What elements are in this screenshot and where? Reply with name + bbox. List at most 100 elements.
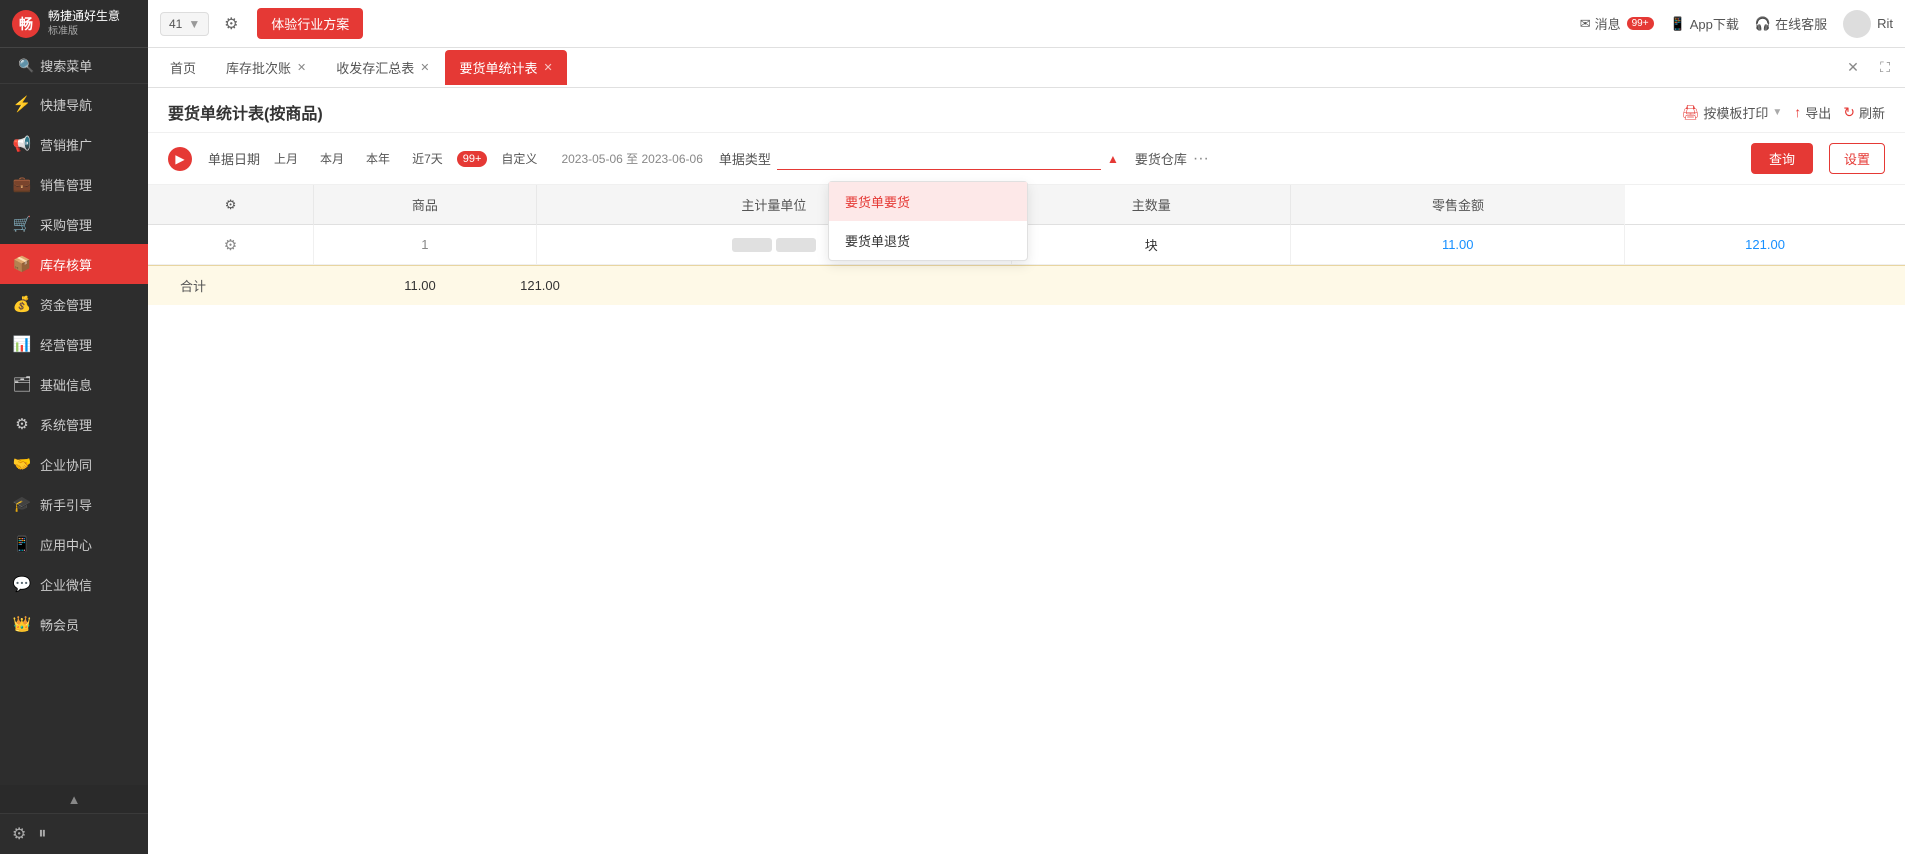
- date-this-month-btn[interactable]: 本月: [312, 147, 352, 170]
- nav-icon-wechat: 💬: [12, 574, 32, 594]
- logo-text: 畅捷通好生意 标准版: [48, 9, 120, 38]
- topbar-settings-icon[interactable]: ⚙: [217, 10, 245, 38]
- type-dropdown: 要货单要货要货单退货: [828, 181, 1028, 261]
- nav-icon-member: 👑: [12, 614, 32, 634]
- nav-icon-inventory: 📦: [12, 254, 32, 274]
- date-custom-btn[interactable]: 自定义: [493, 147, 545, 170]
- company-selector[interactable]: 41 ▼: [160, 12, 209, 36]
- company-dropdown-arrow: ▼: [188, 17, 200, 31]
- close-all-tabs-btn[interactable]: ✕: [1841, 56, 1865, 80]
- dropdown-item-order-goods[interactable]: 要货单要货: [829, 182, 1027, 221]
- sidebar-item-marketing[interactable]: 📢 营销推广: [0, 124, 148, 164]
- row-quantity: 11.00: [1291, 225, 1625, 265]
- tab-inventory-batch[interactable]: 库存批次账✕: [212, 50, 320, 85]
- filter-expand-btn[interactable]: ▶: [168, 147, 192, 171]
- page-content: 要货单统计表(按商品) 🖨 按模板打印 ▼ ↑ 导出 ↻ 刷新: [148, 88, 1905, 854]
- sidebar-scroll-down[interactable]: ▲: [0, 785, 148, 813]
- row-unit: 块: [1012, 225, 1291, 265]
- sidebar-item-appstore[interactable]: 📱 应用中心: [0, 524, 148, 564]
- table-footer: 合计 11.00 121.00: [148, 265, 1905, 305]
- col-header-0[interactable]: ⚙: [148, 185, 314, 225]
- sidebar-nav: ⚡ 快捷导航 📢 营销推广 💼 销售管理 🛒 采购管理 📦 库存核算 💰 资金管…: [0, 84, 148, 785]
- date-more-btn[interactable]: 99+: [457, 151, 488, 167]
- col-header-4: 零售金额: [1291, 185, 1625, 225]
- nav-label-system: 系统管理: [40, 415, 92, 434]
- sidebar-item-operations[interactable]: 📊 经营管理: [0, 324, 148, 364]
- tabs-bar: 首页库存批次账✕收发存汇总表✕要货单统计表✕ ✕ ⛶: [148, 48, 1905, 88]
- row-index: 1: [314, 225, 537, 265]
- page-inner: 要货单统计表(按商品) 🖨 按模板打印 ▼ ↑ 导出 ↻ 刷新: [148, 88, 1905, 854]
- col-header-1: 商品: [314, 185, 537, 225]
- setup-btn[interactable]: 设置: [1829, 143, 1885, 174]
- expand-tabs-btn[interactable]: ⛶: [1873, 56, 1897, 80]
- date-prev-month-btn[interactable]: 上月: [266, 147, 306, 170]
- date-filter-group: 单据日期 上月 本月 本年 近7天 99+ 自定义: [208, 147, 545, 170]
- sidebar-footer: ⚙ ⏸: [0, 813, 148, 854]
- sidebar-item-member[interactable]: 👑 畅会员: [0, 604, 148, 644]
- industry-btn[interactable]: 体验行业方案: [257, 8, 363, 39]
- page-actions: 🖨 按模板打印 ▼ ↑ 导出 ↻ 刷新: [1682, 103, 1885, 122]
- user-avatar: [1843, 10, 1871, 38]
- row-amount: 121.00: [1625, 225, 1905, 265]
- print-btn[interactable]: 🖨 按模板打印 ▼: [1682, 103, 1783, 122]
- col-header-3: 主数量: [1012, 185, 1291, 225]
- user-info[interactable]: Rit: [1843, 10, 1893, 38]
- date-this-year-btn[interactable]: 本年: [358, 147, 398, 170]
- search-menu[interactable]: 🔍 搜索菜单: [0, 48, 148, 84]
- tab-home[interactable]: 首页: [156, 50, 210, 85]
- footer-values: 11.00 121.00: [360, 278, 1893, 293]
- nav-label-operations: 经营管理: [40, 335, 92, 354]
- close-tab-receivable-summary[interactable]: ✕: [420, 61, 429, 74]
- tab-receivable-summary[interactable]: 收发存汇总表✕: [322, 50, 443, 85]
- close-tab-inventory-batch[interactable]: ✕: [297, 61, 306, 74]
- nav-icon-quick-nav: ⚡: [12, 94, 32, 114]
- close-tab-requisition-stats[interactable]: ✕: [544, 61, 553, 74]
- nav-label-wechat: 企业微信: [40, 575, 92, 594]
- dropdown-item-order-return[interactable]: 要货单退货: [829, 221, 1027, 260]
- sidebar-item-guide[interactable]: 🎓 新手引导: [0, 484, 148, 524]
- nav-icon-sales: 💼: [12, 174, 32, 194]
- nav-label-marketing: 营销推广: [40, 135, 92, 154]
- type-input[interactable]: [777, 148, 1101, 170]
- help-icon[interactable]: ⏸: [38, 825, 46, 843]
- messages-item[interactable]: ✉ 消息 99+: [1580, 14, 1654, 33]
- type-filter-container: 单据类型 ▲: [719, 148, 1119, 170]
- date-label: 单据日期: [208, 149, 260, 168]
- row-settings-icon[interactable]: ⚙: [224, 236, 237, 254]
- app-download-item[interactable]: 📱 App下载: [1670, 14, 1739, 33]
- filter-row: ▶ 单据日期 上月 本月 本年 近7天 99+ 自定义 2023-05-06 至…: [148, 133, 1905, 185]
- page-title: 要货单统计表(按商品): [168, 100, 323, 124]
- nav-label-quick-nav: 快捷导航: [40, 95, 92, 114]
- sidebar-item-quick-nav[interactable]: ⚡ 快捷导航: [0, 84, 148, 124]
- nav-label-purchase: 采购管理: [40, 215, 92, 234]
- export-btn[interactable]: ↑ 导出: [1794, 103, 1831, 122]
- row-settings: ⚙: [148, 225, 314, 265]
- sidebar-item-wechat[interactable]: 💬 企业微信: [0, 564, 148, 604]
- sidebar-item-purchase[interactable]: 🛒 采购管理: [0, 204, 148, 244]
- settings-icon[interactable]: ⚙: [12, 824, 26, 844]
- service-icon: 🎧: [1755, 16, 1771, 32]
- topbar: 41 ▼ ⚙ 体验行业方案 ✉ 消息 99+ 📱 App下载 🎧 在线客服 R: [148, 0, 1905, 48]
- sidebar-item-sales[interactable]: 💼 销售管理: [0, 164, 148, 204]
- query-btn[interactable]: 查询: [1751, 143, 1813, 174]
- date-last7days-btn[interactable]: 近7天: [404, 147, 451, 170]
- type-label: 单据类型: [719, 149, 771, 168]
- sidebar-item-enterprise[interactable]: 🤝 企业协同: [0, 444, 148, 484]
- tab-label-home: 首页: [170, 58, 196, 77]
- nav-label-sales: 销售管理: [40, 175, 92, 194]
- sidebar-item-system[interactable]: ⚙ 系统管理: [0, 404, 148, 444]
- nav-label-appstore: 应用中心: [40, 535, 92, 554]
- tab-requisition-stats[interactable]: 要货单统计表✕: [445, 50, 566, 85]
- nav-icon-purchase: 🛒: [12, 214, 32, 234]
- service-item[interactable]: 🎧 在线客服: [1755, 14, 1827, 33]
- sidebar-item-finance[interactable]: 💰 资金管理: [0, 284, 148, 324]
- refresh-btn[interactable]: ↻ 刷新: [1843, 103, 1885, 122]
- print-dropdown-arrow: ▼: [1772, 107, 1782, 118]
- sidebar-logo: 畅 畅捷通好生意 标准版: [0, 0, 148, 48]
- nav-label-member: 畅会员: [40, 615, 79, 634]
- type-dropdown-arrow[interactable]: ▲: [1107, 152, 1119, 166]
- date-range-display: 2023-05-06 至 2023-06-06: [561, 150, 702, 167]
- warehouse-more-btn[interactable]: ···: [1193, 150, 1209, 168]
- sidebar-item-basic[interactable]: 🗂 基础信息: [0, 364, 148, 404]
- sidebar-item-inventory[interactable]: 📦 库存核算: [0, 244, 148, 284]
